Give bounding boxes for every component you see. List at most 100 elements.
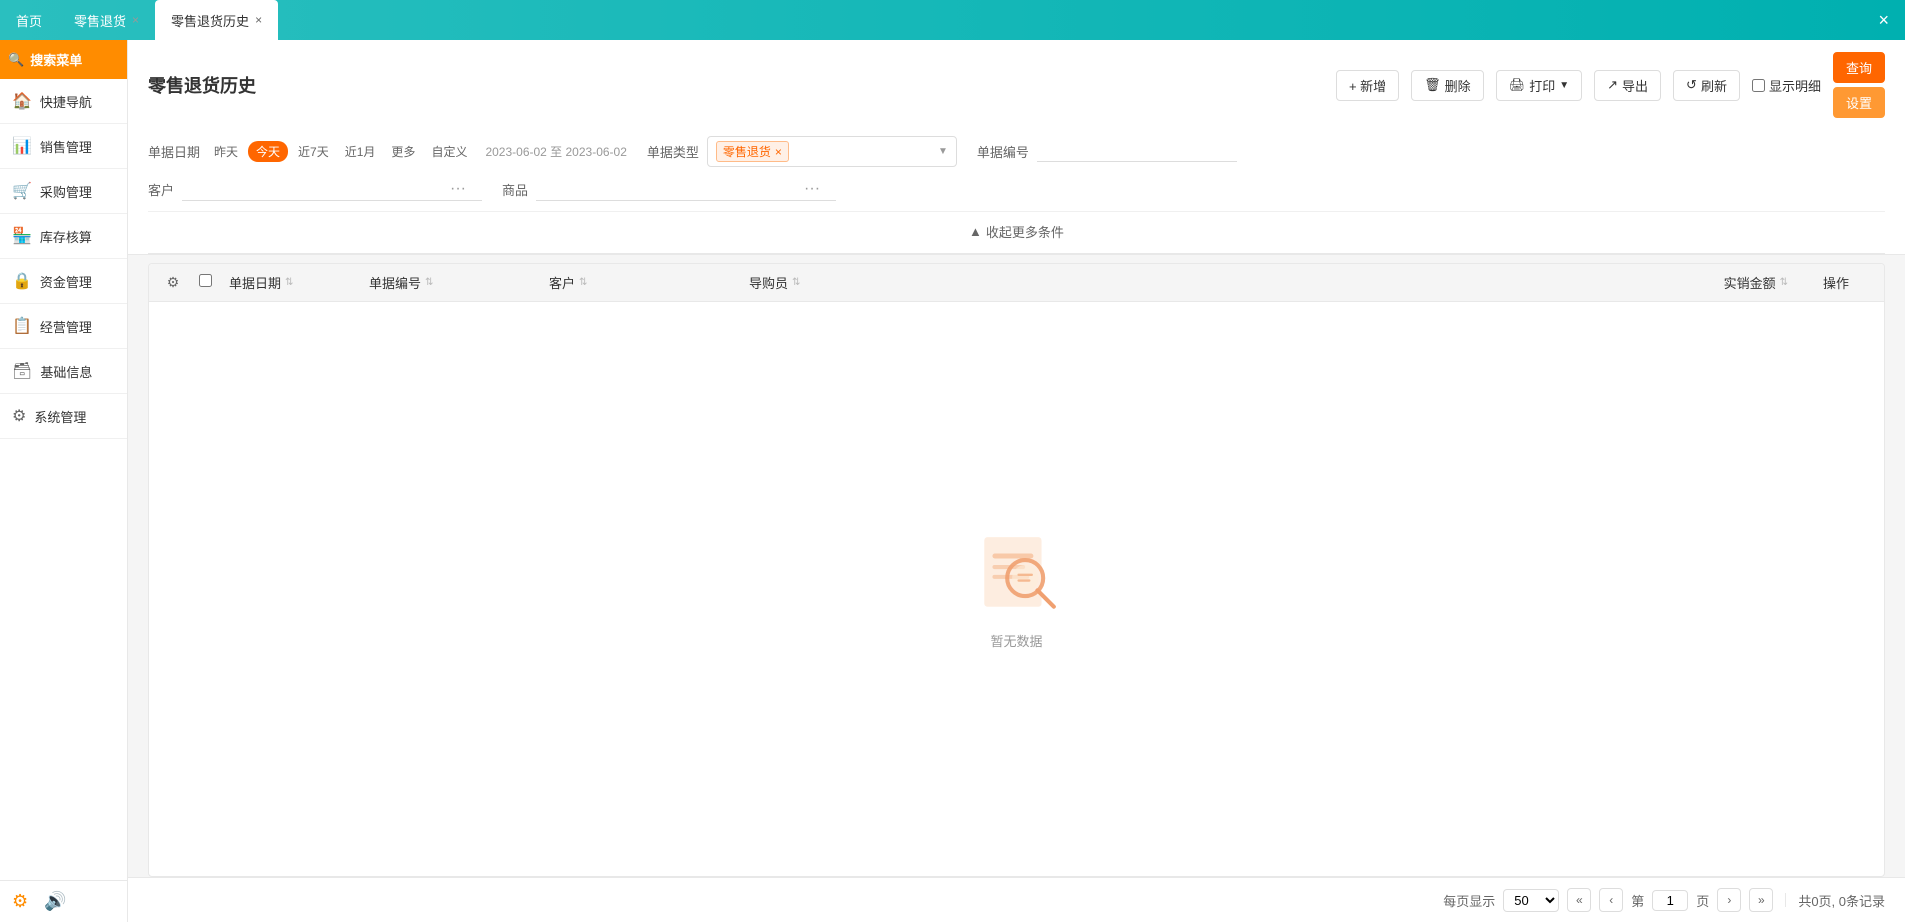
doc-type-tag: 零售退货 × xyxy=(716,141,789,162)
table-header: ⚙ 单据日期 ⇅ 单据编号 ⇅ 客户 ⇅ xyxy=(149,264,1884,302)
doc-num-input[interactable] xyxy=(1037,142,1237,162)
doc-type-chevron-icon: ▼ xyxy=(938,146,948,157)
sidebar-item-quick-nav[interactable]: 🏠 快捷导航 xyxy=(0,79,127,124)
date-custom[interactable]: 自定义 xyxy=(425,141,473,162)
th-date-label: 单据日期 xyxy=(229,273,281,292)
volume-icon[interactable]: 🔊 xyxy=(44,891,66,912)
new-button-label: + 新增 xyxy=(1349,76,1386,95)
settings-button[interactable]: 设置 xyxy=(1833,87,1885,118)
total-records-label: 共0页, 0条记录 xyxy=(1798,891,1885,910)
page-title: 零售退货历史 xyxy=(148,72,256,98)
finance-icon: 🔒 xyxy=(12,271,32,291)
date-filter-label: 单据日期 xyxy=(148,142,200,161)
th-guide[interactable]: 导购员 ⇅ xyxy=(741,273,1676,292)
collapse-filter-button[interactable]: ▲ 收起更多条件 xyxy=(957,218,1076,245)
table-select-all-checkbox[interactable] xyxy=(189,274,221,292)
date-today[interactable]: 今天 xyxy=(248,141,288,162)
page-size-select[interactable]: 20 50 100 xyxy=(1503,889,1559,912)
tab-retail-return-history-close[interactable]: × xyxy=(255,13,262,27)
sidebar-item-finance-label: 资金管理 xyxy=(40,272,92,291)
delete-button[interactable]: 🗑 删除 xyxy=(1411,70,1484,101)
print-button-label: 打印 xyxy=(1529,76,1555,95)
home-icon: 🏠 xyxy=(12,91,32,111)
sidebar-item-finance-mgmt[interactable]: 🔒 资金管理 xyxy=(0,259,127,304)
collapse-up-icon: ▲ xyxy=(969,224,982,239)
th-amount-label: 实销金额 xyxy=(1724,273,1776,292)
date-1month[interactable]: 近1月 xyxy=(339,141,382,162)
doc-type-select[interactable]: 零售退货 × ▼ xyxy=(707,136,957,167)
export-button[interactable]: ↗ 导出 xyxy=(1594,70,1661,101)
date-yesterday[interactable]: 昨天 xyxy=(208,141,244,162)
goods-input[interactable] xyxy=(540,179,800,198)
customer-filter: 客户 ··· xyxy=(148,177,482,201)
show-detail-checkbox[interactable] xyxy=(1752,79,1765,92)
th-date-sort-icon: ⇅ xyxy=(285,277,293,288)
show-detail-checkbox-label[interactable]: 显示明细 xyxy=(1752,76,1821,95)
sidebar-item-operations-mgmt[interactable]: 📋 经营管理 xyxy=(0,304,127,349)
th-guide-sort-icon: ⇅ xyxy=(792,277,800,288)
basic-info-icon: 🗃 xyxy=(12,361,32,381)
page-number-input[interactable] xyxy=(1652,890,1688,911)
th-action-label: 操作 xyxy=(1823,273,1849,292)
query-button[interactable]: 查询 xyxy=(1833,52,1885,83)
system-icon: ⚙ xyxy=(12,406,26,426)
tab-retail-return-label: 零售退货 xyxy=(74,11,126,30)
window-close-button[interactable]: × xyxy=(1862,10,1905,31)
customer-dots-icon[interactable]: ··· xyxy=(450,180,466,198)
tab-retail-return-history-label: 零售退货历史 xyxy=(171,11,249,30)
last-page-button[interactable]: » xyxy=(1749,888,1773,912)
tab-retail-return[interactable]: 零售退货 × xyxy=(58,0,155,40)
th-amount[interactable]: 实销金额 ⇅ xyxy=(1676,273,1796,292)
th-date[interactable]: 单据日期 ⇅ xyxy=(221,273,361,292)
sidebar-bottom: ⚙ 🔊 xyxy=(0,880,127,922)
first-page-button[interactable]: « xyxy=(1567,888,1591,912)
th-number[interactable]: 单据编号 ⇅ xyxy=(361,273,541,292)
sidebar-item-system-label: 系统管理 xyxy=(34,407,86,426)
sidebar-item-inventory-check[interactable]: 🏪 库存核算 xyxy=(0,214,127,259)
tab-retail-return-history[interactable]: 零售退货历史 × xyxy=(155,0,278,40)
th-action: 操作 xyxy=(1796,273,1876,292)
table-settings-icon[interactable]: ⚙ xyxy=(157,274,189,291)
doc-type-filter: 单据类型 零售退货 × ▼ xyxy=(647,136,957,167)
refresh-icon: ↺ xyxy=(1686,77,1697,93)
prev-page-button[interactable]: ‹ xyxy=(1599,888,1623,912)
tab-retail-return-close[interactable]: × xyxy=(132,13,139,27)
table-area: ⚙ 单据日期 ⇅ 单据编号 ⇅ 客户 ⇅ xyxy=(128,255,1905,877)
date-more[interactable]: 更多 xyxy=(385,141,421,162)
doc-type-tag-close[interactable]: × xyxy=(775,145,782,159)
doc-num-filter: 单据编号 xyxy=(977,142,1237,162)
page-prefix: 第 xyxy=(1631,891,1644,910)
settings-bottom-icon[interactable]: ⚙ xyxy=(12,891,28,912)
empty-illustration xyxy=(967,529,1067,619)
print-button[interactable]: 🖨 打印 ▼ xyxy=(1496,70,1582,101)
sidebar-item-purchase-mgmt[interactable]: 🛒 采购管理 xyxy=(0,169,127,214)
inventory-icon: 🏪 xyxy=(12,226,32,246)
print-icon: 🖨 xyxy=(1509,77,1526,93)
collapse-label: 收起更多条件 xyxy=(986,222,1064,241)
pagination-bar: 每页显示 20 50 100 « ‹ 第 页 › » 共0页, 0条记录 xyxy=(128,877,1905,922)
next-page-button[interactable]: › xyxy=(1717,888,1741,912)
sidebar-item-sales-mgmt[interactable]: 📊 销售管理 xyxy=(0,124,127,169)
select-all-checkbox[interactable] xyxy=(199,274,212,287)
sidebar-item-system-mgmt[interactable]: ⚙ 系统管理 xyxy=(0,394,127,439)
delete-button-label: 删除 xyxy=(1445,76,1471,95)
tab-list: 首页 零售退货 × 零售退货历史 × xyxy=(0,0,1862,40)
empty-text: 暂无数据 xyxy=(990,631,1042,650)
customer-input[interactable] xyxy=(186,179,446,198)
sidebar: 🔍 搜索菜单 🏠 快捷导航 📊 销售管理 🛒 采购管理 🏪 库存核算 🔒 资金管… xyxy=(0,40,128,922)
refresh-button[interactable]: ↺ 刷新 xyxy=(1673,70,1740,101)
th-customer[interactable]: 客户 ⇅ xyxy=(541,273,741,292)
new-button[interactable]: + 新增 xyxy=(1336,70,1399,101)
sidebar-item-basic-info[interactable]: 🗃 基础信息 xyxy=(0,349,127,394)
goods-dots-icon[interactable]: ··· xyxy=(804,180,820,198)
main-layout: 🔍 搜索菜单 🏠 快捷导航 📊 销售管理 🛒 采购管理 🏪 库存核算 🔒 资金管… xyxy=(0,40,1905,922)
purchase-icon: 🛒 xyxy=(12,181,32,201)
tab-home[interactable]: 首页 xyxy=(0,0,58,40)
doc-type-tag-value: 零售退货 xyxy=(723,143,771,160)
sidebar-search[interactable]: 🔍 搜索菜单 xyxy=(0,40,127,79)
date-7days[interactable]: 近7天 xyxy=(292,141,335,162)
filter-row-1: 单据日期 昨天 今天 近7天 近1月 更多 自定义 2023-06-02 至 2… xyxy=(148,136,1885,167)
export-button-label: 导出 xyxy=(1622,76,1648,95)
table-body: 暂无数据 xyxy=(149,302,1884,876)
th-number-label: 单据编号 xyxy=(369,273,421,292)
